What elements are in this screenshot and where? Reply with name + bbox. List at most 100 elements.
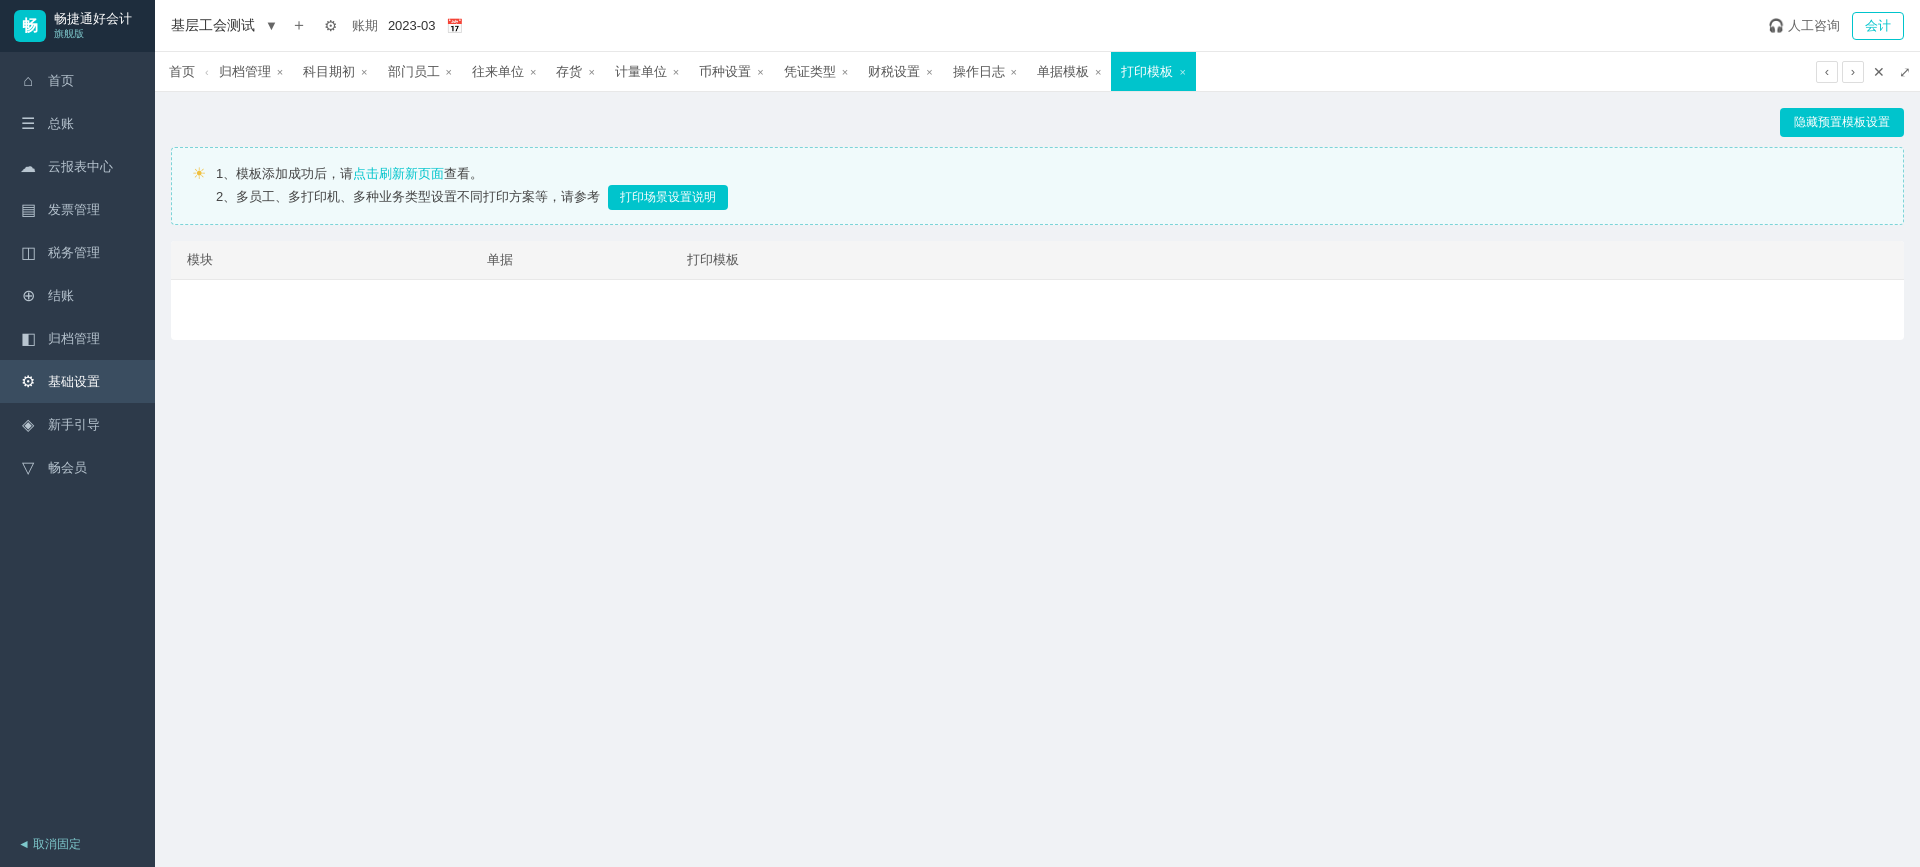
header-right: 🎧 人工咨询 会计 bbox=[1768, 12, 1904, 40]
sidebar-item-cloud-reports[interactable]: ☁ 云报表中心 bbox=[0, 145, 155, 188]
sidebar-item-basic-settings[interactable]: ⚙ 基础设置 bbox=[0, 360, 155, 403]
header-left: 基层工会测试 ▼ ＋ ⚙ 账期 2023-03 📅 bbox=[171, 15, 463, 37]
info-text: 1、模板添加成功后，请点击刷新新页面查看。 2、多员工、多打印机、多种业务类型设… bbox=[216, 162, 1883, 210]
tab-home[interactable]: 首页 bbox=[159, 52, 205, 92]
sidebar-item-label: 云报表中心 bbox=[48, 158, 113, 176]
sidebar-item-closing[interactable]: ⊕ 结账 bbox=[0, 274, 155, 317]
tab-close-dept[interactable]: × bbox=[446, 66, 452, 78]
account-button[interactable]: 会计 bbox=[1852, 12, 1904, 40]
customer-service-button[interactable]: 🎧 人工咨询 bbox=[1768, 17, 1840, 35]
tab-label: 财税设置 bbox=[868, 63, 920, 81]
add-company-button[interactable]: ＋ bbox=[288, 15, 310, 37]
sidebar-item-label: 发票管理 bbox=[48, 201, 100, 219]
col-header-module: 模块 bbox=[171, 241, 471, 279]
tab-department-staff[interactable]: 部门员工 × bbox=[378, 52, 462, 92]
tab-voucher-type[interactable]: 凭证类型 × bbox=[774, 52, 858, 92]
company-dropdown-icon[interactable]: ▼ bbox=[265, 18, 278, 33]
sidebar: 畅 畅捷通好会计 旗舰版 ⌂ 首页 ☰ 总账 ☁ 云报表中心 ▤ 发票管理 ◫ … bbox=[0, 0, 155, 867]
tab-close-counterpart[interactable]: × bbox=[530, 66, 536, 78]
tab-next-button[interactable]: › bbox=[1842, 61, 1864, 83]
hide-template-section: 隐藏预置模板设置 bbox=[171, 108, 1904, 137]
tab-close-archive[interactable]: × bbox=[277, 66, 283, 78]
tab-close-unit[interactable]: × bbox=[673, 66, 679, 78]
sidebar-nav: ⌂ 首页 ☰ 总账 ☁ 云报表中心 ▤ 发票管理 ◫ 税务管理 ⊕ 结账 ◧ 归… bbox=[0, 52, 155, 822]
settings-icon: ⚙ bbox=[18, 372, 38, 391]
tab-close-subject[interactable]: × bbox=[361, 66, 367, 78]
tab-close-log[interactable]: × bbox=[1011, 66, 1017, 78]
sidebar-item-invoice-mgmt[interactable]: ▤ 发票管理 bbox=[0, 188, 155, 231]
tab-tax-settings[interactable]: 财税设置 × bbox=[858, 52, 942, 92]
tab-currency[interactable]: 币种设置 × bbox=[689, 52, 773, 92]
info-line-1: 1、模板添加成功后，请点击刷新新页面查看。 bbox=[216, 162, 1883, 185]
sidebar-item-general-ledger[interactable]: ☰ 总账 bbox=[0, 102, 155, 145]
period-label: 账期 bbox=[352, 17, 378, 35]
info-line2-prefix: 2、多员工、多打印机、多种业务类型设置不同打印方案等，请参考 bbox=[216, 189, 600, 204]
tab-label: 操作日志 bbox=[953, 63, 1005, 81]
tab-archive-mgmt[interactable]: 归档管理 × bbox=[209, 52, 293, 92]
sidebar-item-label: 首页 bbox=[48, 72, 74, 90]
invoice-icon: ▤ bbox=[18, 200, 38, 219]
tab-operation-log[interactable]: 操作日志 × bbox=[943, 52, 1027, 92]
tax-icon: ◫ bbox=[18, 243, 38, 262]
print-scene-settings-button[interactable]: 打印场景设置说明 bbox=[608, 185, 728, 210]
member-icon: ▽ bbox=[18, 458, 38, 477]
tab-print-template[interactable]: 打印模板 × bbox=[1111, 52, 1195, 92]
tab-label: 凭证类型 bbox=[784, 63, 836, 81]
print-template-table: 模块 单据 打印模板 bbox=[171, 241, 1904, 340]
sidebar-item-label: 税务管理 bbox=[48, 244, 100, 262]
tab-label: 归档管理 bbox=[219, 63, 271, 81]
col-header-template: 打印模板 bbox=[671, 241, 1904, 279]
top-header: 基层工会测试 ▼ ＋ ⚙ 账期 2023-03 📅 🎧 人工咨询 会计 bbox=[155, 0, 1920, 52]
tab-close-voucher[interactable]: × bbox=[842, 66, 848, 78]
sidebar-item-new-guide[interactable]: ◈ 新手引导 bbox=[0, 403, 155, 446]
logo-name: 畅捷通好会计 bbox=[54, 11, 132, 28]
logo-sub: 旗舰版 bbox=[54, 27, 132, 41]
info-box: ☀ 1、模板添加成功后，请点击刷新新页面查看。 2、多员工、多打印机、多种业务类… bbox=[171, 147, 1904, 225]
sidebar-item-label: 归档管理 bbox=[48, 330, 100, 348]
cloud-icon: ☁ bbox=[18, 157, 38, 176]
sidebar-item-member[interactable]: ▽ 畅会员 bbox=[0, 446, 155, 489]
sidebar-item-label: 基础设置 bbox=[48, 373, 100, 391]
company-settings-button[interactable]: ⚙ bbox=[320, 15, 342, 37]
sidebar-item-label: 总账 bbox=[48, 115, 74, 133]
tab-close-single-doc[interactable]: × bbox=[1095, 66, 1101, 78]
unpin-sidebar-button[interactable]: ◄ 取消固定 bbox=[0, 822, 155, 867]
tab-unit-measure[interactable]: 计量单位 × bbox=[605, 52, 689, 92]
tab-close-tax[interactable]: × bbox=[926, 66, 932, 78]
headset-icon: 🎧 bbox=[1768, 18, 1784, 33]
closing-icon: ⊕ bbox=[18, 286, 38, 305]
tab-label: 打印模板 bbox=[1121, 63, 1173, 81]
tab-label: 计量单位 bbox=[615, 63, 667, 81]
tab-label: 币种设置 bbox=[699, 63, 751, 81]
sidebar-item-tax-mgmt[interactable]: ◫ 税务管理 bbox=[0, 231, 155, 274]
content-area: 隐藏预置模板设置 ☀ 1、模板添加成功后，请点击刷新新页面查看。 2、多员工、多… bbox=[155, 92, 1920, 867]
tab-label: 首页 bbox=[169, 63, 195, 81]
customer-service-label: 人工咨询 bbox=[1788, 17, 1840, 35]
tab-bar: 首页 ‹ 归档管理 × 科目期初 × 部门员工 × 往来单位 × 存货 × 计量… bbox=[155, 52, 1920, 92]
tab-close-all-button[interactable]: ✕ bbox=[1868, 61, 1890, 83]
sidebar-item-label: 畅会员 bbox=[48, 459, 87, 477]
company-name: 基层工会测试 bbox=[171, 17, 255, 35]
tab-prev-button[interactable]: ‹ bbox=[1816, 61, 1838, 83]
calendar-icon[interactable]: 📅 bbox=[446, 18, 463, 34]
tab-subject-initial[interactable]: 科目期初 × bbox=[293, 52, 377, 92]
sidebar-item-archive-mgmt[interactable]: ◧ 归档管理 bbox=[0, 317, 155, 360]
guide-icon: ◈ bbox=[18, 415, 38, 434]
sidebar-item-home[interactable]: ⌂ 首页 bbox=[0, 60, 155, 102]
tab-inventory[interactable]: 存货 × bbox=[546, 52, 604, 92]
tab-single-doc-template[interactable]: 单据模板 × bbox=[1027, 52, 1111, 92]
tab-expand-button[interactable]: ⤢ bbox=[1894, 61, 1916, 83]
tab-close-inventory[interactable]: × bbox=[588, 66, 594, 78]
period-value: 2023-03 bbox=[388, 18, 436, 33]
bulb-icon: ☀ bbox=[192, 164, 206, 183]
archive-icon: ◧ bbox=[18, 329, 38, 348]
tab-label: 单据模板 bbox=[1037, 63, 1089, 81]
refresh-link[interactable]: 点击刷新新页面 bbox=[353, 166, 444, 181]
hide-template-button[interactable]: 隐藏预置模板设置 bbox=[1780, 108, 1904, 137]
tab-close-print[interactable]: × bbox=[1179, 66, 1185, 78]
tab-close-currency[interactable]: × bbox=[757, 66, 763, 78]
tab-label: 科目期初 bbox=[303, 63, 355, 81]
ledger-icon: ☰ bbox=[18, 114, 38, 133]
tab-counterpart[interactable]: 往来单位 × bbox=[462, 52, 546, 92]
logo-area: 畅 畅捷通好会计 旗舰版 bbox=[0, 0, 155, 52]
